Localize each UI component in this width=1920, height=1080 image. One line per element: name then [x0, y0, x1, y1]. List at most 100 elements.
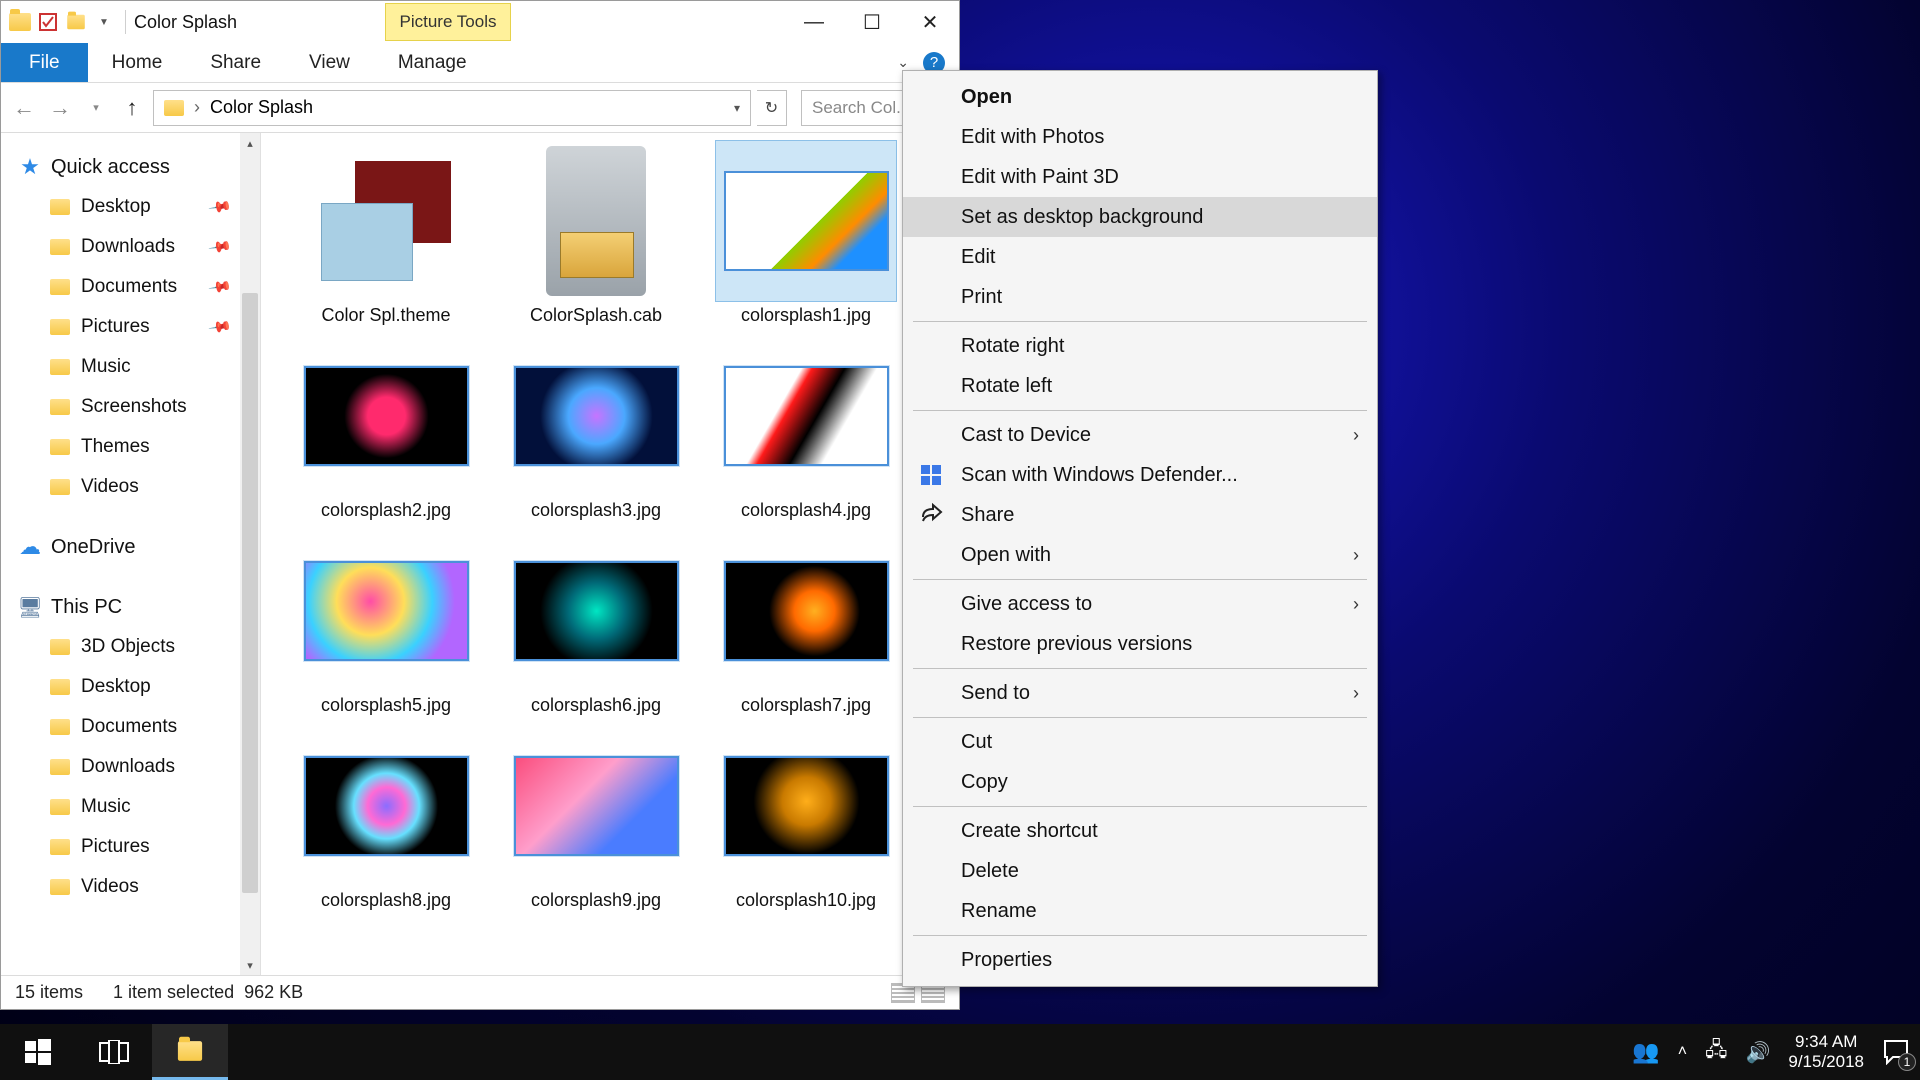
context-menu-item[interactable]: Edit	[903, 237, 1377, 277]
task-view-button[interactable]	[76, 1024, 152, 1080]
scroll-up-icon[interactable]: ▴	[240, 133, 260, 153]
start-button[interactable]	[0, 1024, 76, 1080]
context-menu-item[interactable]: Rotate left	[903, 366, 1377, 406]
context-menu-item[interactable]: Give access to›	[903, 584, 1377, 624]
file-item[interactable]: ColorSplash.cab	[491, 141, 701, 326]
context-menu-item[interactable]: Rename	[903, 891, 1377, 931]
file-item[interactable]: colorsplash2.jpg	[281, 336, 491, 521]
context-menu-item[interactable]: Edit with Paint 3D	[903, 157, 1377, 197]
file-item[interactable]: colorsplash6.jpg	[491, 531, 701, 716]
context-menu-item[interactable]: Properties	[903, 940, 1377, 980]
sidebar-item-documents[interactable]: Documents	[19, 707, 260, 747]
ribbon-tab-file[interactable]: File	[1, 43, 88, 82]
sidebar-item-downloads[interactable]: Downloads 📌	[19, 227, 260, 267]
sidebar-item-downloads[interactable]: Downloads	[19, 747, 260, 787]
back-button[interactable]: ←	[9, 93, 39, 123]
address-dropdown-icon[interactable]: ▾	[734, 101, 740, 115]
sidebar-item-music[interactable]: Music	[19, 787, 260, 827]
sidebar-item-3d-objects[interactable]: 3D Objects	[19, 627, 260, 667]
address-bar[interactable]: › Color Splash ▾	[153, 90, 751, 126]
qat-dropdown-icon[interactable]: ▼	[91, 9, 117, 35]
context-menu-item[interactable]: Copy	[903, 762, 1377, 802]
file-item[interactable]: colorsplash10.jpg	[701, 726, 911, 911]
refresh-button[interactable]: ↻	[757, 90, 787, 126]
file-item[interactable]: colorsplash8.jpg	[281, 726, 491, 911]
file-icon-box	[716, 531, 896, 691]
file-icon-box	[506, 336, 686, 496]
context-menu-item[interactable]: Restore previous versions	[903, 624, 1377, 664]
context-menu-item[interactable]: Rotate right	[903, 326, 1377, 366]
file-item[interactable]: colorsplash5.jpg	[281, 531, 491, 716]
ribbon-tabs: File Home Share View Manage ⌄ ?	[1, 43, 959, 83]
onedrive-header[interactable]: ☁ OneDrive	[19, 527, 260, 567]
breadcrumb-chevron-icon[interactable]: ›	[194, 97, 200, 118]
scroll-thumb[interactable]	[242, 293, 258, 893]
maximize-button[interactable]: ☐	[843, 1, 901, 43]
file-name-label: colorsplash7.jpg	[741, 695, 871, 716]
context-menu-item[interactable]: Print	[903, 277, 1377, 317]
sidebar-item-desktop[interactable]: Desktop	[19, 667, 260, 707]
theme-icon	[321, 161, 451, 281]
context-menu-item[interactable]: Edit with Photos	[903, 117, 1377, 157]
context-menu-item[interactable]: Set as desktop background	[903, 197, 1377, 237]
people-icon[interactable]: 👥	[1632, 1039, 1659, 1065]
context-menu-label: Create shortcut	[961, 820, 1098, 843]
quick-access-header[interactable]: ★ Quick access	[19, 147, 260, 187]
sidebar-item-screenshots[interactable]: Screenshots	[19, 387, 260, 427]
sidebar-item-videos[interactable]: Videos	[19, 867, 260, 907]
minimize-button[interactable]: ―	[785, 1, 843, 43]
file-item[interactable]: Color Spl.theme	[281, 141, 491, 326]
context-menu-item[interactable]: Open with›	[903, 535, 1377, 575]
context-menu-item[interactable]: Open	[903, 77, 1377, 117]
volume-icon[interactable]: 🔊	[1745, 1040, 1770, 1065]
sidebar-item-themes[interactable]: Themes	[19, 427, 260, 467]
context-menu-item[interactable]: Send to›	[903, 673, 1377, 713]
ribbon-tab-manage[interactable]: Manage	[374, 43, 491, 82]
file-icon-box	[296, 531, 476, 691]
sidebar-item-pictures[interactable]: Pictures	[19, 827, 260, 867]
context-menu-item[interactable]: Create shortcut	[903, 811, 1377, 851]
ribbon-tab-view[interactable]: View	[285, 43, 374, 82]
up-button[interactable]: ↑	[117, 93, 147, 123]
file-item[interactable]: colorsplash4.jpg	[701, 336, 911, 521]
this-pc-header[interactable]: 🖥 This PC	[19, 587, 260, 627]
context-menu-label: Copy	[961, 771, 1008, 794]
ribbon-tab-home[interactable]: Home	[88, 43, 187, 82]
action-center-button[interactable]: 1	[1882, 1037, 1912, 1067]
taskbar-app-explorer[interactable]	[152, 1024, 228, 1080]
search-placeholder: Search Col...	[812, 98, 910, 118]
new-folder-qat-icon[interactable]	[63, 9, 89, 35]
sidebar-item-music[interactable]: Music	[19, 347, 260, 387]
breadcrumb-segment[interactable]: Color Splash	[210, 97, 313, 118]
forward-button[interactable]: →	[45, 93, 75, 123]
ribbon-expand-icon[interactable]: ⌄	[897, 54, 909, 71]
context-menu-item[interactable]: Cast to Device›	[903, 415, 1377, 455]
taskbar-clock[interactable]: 9:34 AM 9/15/2018	[1788, 1032, 1864, 1073]
properties-qat-icon[interactable]	[35, 9, 61, 35]
cabinet-icon	[546, 146, 646, 296]
recent-locations-icon[interactable]: ▾	[81, 93, 111, 123]
sidebar-item-documents[interactable]: Documents 📌	[19, 267, 260, 307]
file-item[interactable]: colorsplash7.jpg	[701, 531, 911, 716]
sidebar-item-desktop[interactable]: Desktop 📌	[19, 187, 260, 227]
context-menu-item[interactable]: Scan with Windows Defender...	[903, 455, 1377, 495]
tray-overflow-icon[interactable]: ˄	[1678, 1043, 1687, 1061]
file-item[interactable]: colorsplash1.jpg	[701, 141, 911, 326]
context-menu-item[interactable]: Share	[903, 495, 1377, 535]
image-thumbnail	[514, 366, 679, 466]
scroll-down-icon[interactable]: ▾	[240, 955, 260, 975]
sidebar-item-pictures[interactable]: Pictures 📌	[19, 307, 260, 347]
context-menu-item[interactable]: Cut	[903, 722, 1377, 762]
file-item[interactable]: colorsplash3.jpg	[491, 336, 701, 521]
file-item[interactable]: colorsplash9.jpg	[491, 726, 701, 911]
sidebar-item-videos[interactable]: Videos	[19, 467, 260, 507]
nav-scrollbar[interactable]: ▴ ▾	[240, 133, 260, 975]
pin-icon: 📌	[208, 274, 234, 299]
close-button[interactable]: ✕	[901, 1, 959, 43]
clock-date: 9/15/2018	[1788, 1052, 1864, 1072]
ribbon-tab-share[interactable]: Share	[186, 43, 285, 82]
context-menu-item[interactable]: Delete	[903, 851, 1377, 891]
file-list[interactable]: Color Spl.theme ColorSplash.cab colorspl…	[261, 133, 959, 975]
contextual-tab-header[interactable]: Picture Tools	[385, 3, 511, 41]
network-icon[interactable]: 🖧	[1705, 1035, 1727, 1069]
